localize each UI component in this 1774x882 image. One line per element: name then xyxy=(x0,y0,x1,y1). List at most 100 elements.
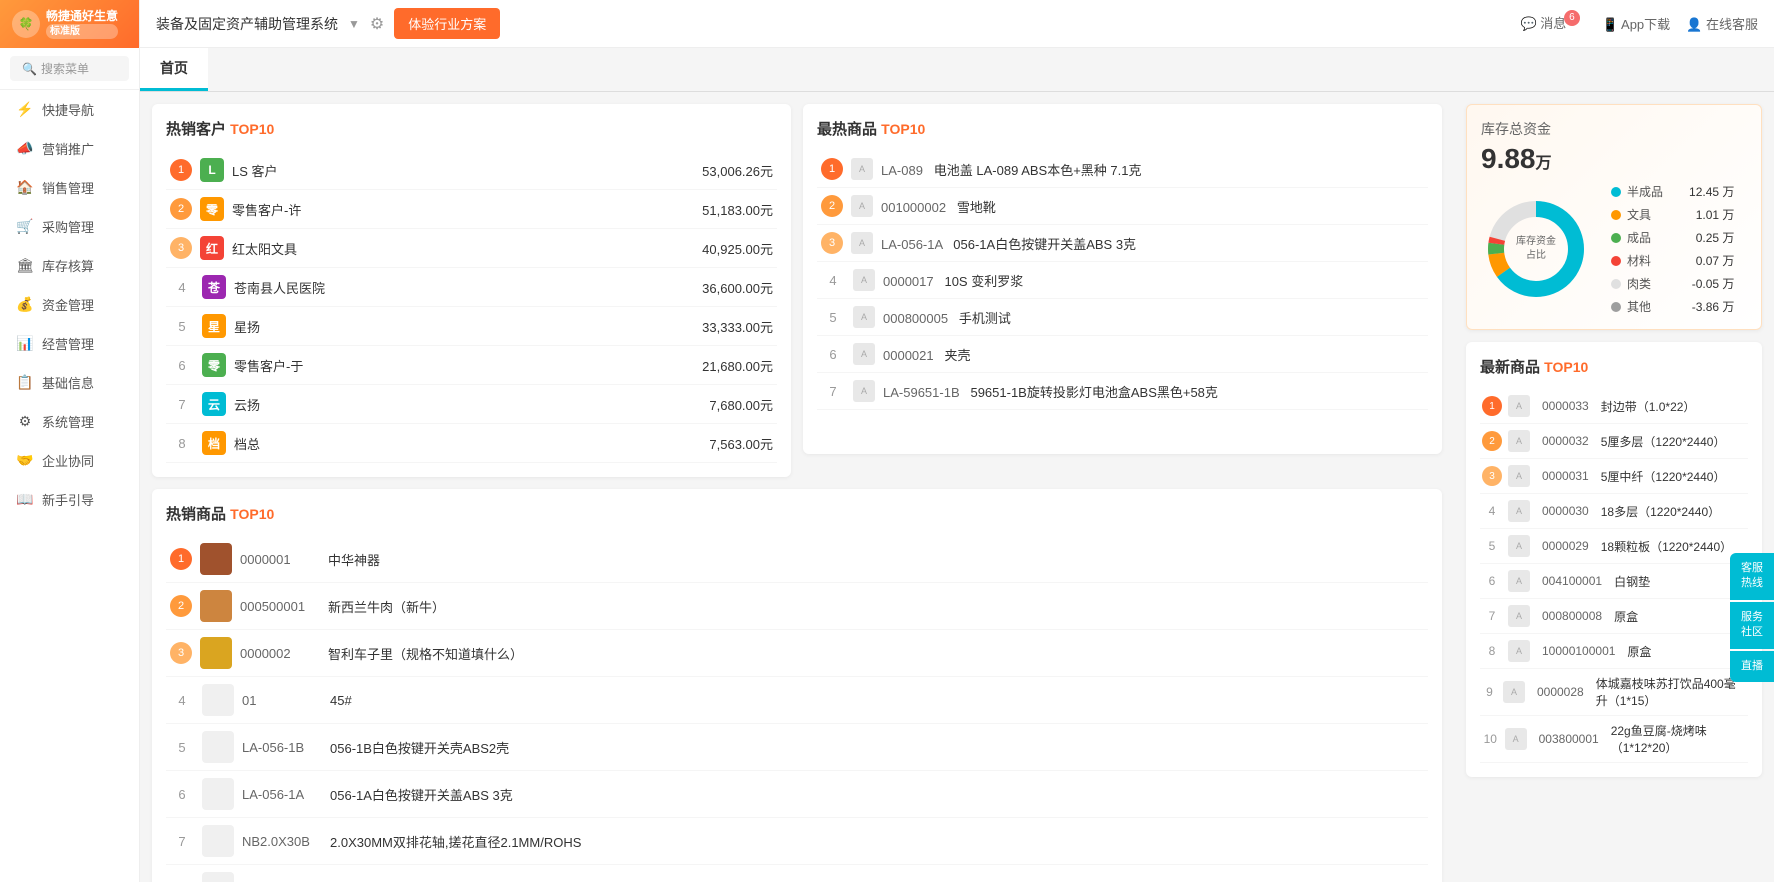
rank-number: 2 xyxy=(170,198,192,220)
sidebar-nav-item-purchase[interactable]: 🛒 采购管理 xyxy=(0,207,139,246)
table-row: 8 档 档总 7,563.00元 xyxy=(166,424,777,463)
inventory-value: 9.88万 xyxy=(1481,143,1747,175)
rank-number: 4 xyxy=(821,273,845,288)
rank-number: 2 xyxy=(170,595,192,617)
rank-number: 3 xyxy=(1482,466,1502,486)
customer-value: 53,006.26元 xyxy=(702,161,773,180)
list-item: 4 A 0000030 18多层（1220*2440） xyxy=(1480,494,1748,529)
search-icon: 🔍 xyxy=(22,62,37,76)
topbar: 装备及固定资产辅助管理系统 ▼ ⚙ 体验行业方案 💬 消息 6 📱 App下载 … xyxy=(140,0,1774,48)
list-item: 8 A 10000100001 原盒 xyxy=(1480,634,1748,669)
customer-badge: 星 xyxy=(202,314,226,338)
float-btn-community[interactable]: 服务 社区 xyxy=(1730,602,1774,649)
product-info: 0000017 10S 变利罗浆 xyxy=(883,271,1424,290)
legend-item: 半成品 12.45 万 xyxy=(1611,183,1734,200)
product-icon: A xyxy=(853,306,875,328)
rank-number: 1 xyxy=(170,548,192,570)
trial-button[interactable]: 体验行业方案 xyxy=(394,8,500,39)
content-area: 热销客户 TOP10 1 L LS 客户 53,006.26元 2 零 零售客户 xyxy=(140,92,1774,882)
rank-number: 9 xyxy=(1482,685,1497,699)
dropdown-arrow-icon[interactable]: ▼ xyxy=(348,17,360,31)
message-area[interactable]: 💬 消息 6 xyxy=(1520,13,1585,34)
list-item: 1 A 0000033 封边带（1.0*22） xyxy=(1480,389,1748,424)
list-item: 7 NB2.0X30B 2.0X30MM双排花轴,搓花直径2.1MM/ROHS xyxy=(166,818,1428,865)
sidebar-nav-item-company[interactable]: 🤝 企业协同 xyxy=(0,441,139,480)
rank-number: 6 xyxy=(170,358,194,373)
sidebar-nav-item-finance[interactable]: 💰 资金管理 xyxy=(0,285,139,324)
online-service-link[interactable]: 👤 在线客服 xyxy=(1686,14,1758,33)
inventory-title: 库存总资金 xyxy=(1481,119,1747,139)
hot-products-card: 热销商品 TOP10 1 0000001 中华神器 2 000500001 新西… xyxy=(152,489,1442,882)
table-row: 4 苍 苍南县人民医院 36,600.00元 xyxy=(166,268,777,307)
customer-badge: 零 xyxy=(202,353,226,377)
product-icon: A xyxy=(1508,570,1530,592)
product-icon: A xyxy=(851,232,873,254)
rank-number: 2 xyxy=(821,195,843,217)
customer-value: 40,925.00元 xyxy=(702,239,773,258)
table-row: 2 A 001000002 雪地靴 xyxy=(817,188,1428,225)
top-customers-table: 1 L LS 客户 53,006.26元 2 零 零售客户-许 51,183.0… xyxy=(166,151,777,463)
rank-number: 7 xyxy=(1482,609,1502,623)
table-row: 5 星 星扬 33,333.00元 xyxy=(166,307,777,346)
gear-icon[interactable]: ⚙ xyxy=(370,14,384,34)
legend-color xyxy=(1611,279,1621,289)
tab-home[interactable]: 首页 xyxy=(140,48,208,91)
product-info: LA-056-1A 056-1A白色按键开关盖ABS 3克 xyxy=(881,234,1424,253)
customer-value: 21,680.00元 xyxy=(702,356,773,375)
customer-name: 零售客户-于 xyxy=(234,356,702,375)
sidebar-nav-item-basic[interactable]: 📋 基础信息 xyxy=(0,363,139,402)
product-icon: A xyxy=(853,269,875,291)
product-icon: A xyxy=(1508,640,1530,662)
sidebar-nav-item-quicknav[interactable]: ⚡ 快捷导航 xyxy=(0,90,139,129)
sidebar-nav-item-sales[interactable]: 🏠 销售管理 xyxy=(0,168,139,207)
product-icon: A xyxy=(853,380,875,402)
inventory-chart: 库存资金 占比 半成品 12.45 万 文具 1.01 万 xyxy=(1481,183,1747,315)
rank-number: 1 xyxy=(1482,396,1502,416)
sidebar-nav-item-guide[interactable]: 📖 新手引导 xyxy=(0,480,139,519)
hot-products-title: 热销商品 TOP10 xyxy=(166,503,1428,524)
product-icon: A xyxy=(1508,430,1530,452)
rank-number: 3 xyxy=(170,237,192,259)
left-panel: 热销客户 TOP10 1 L LS 客户 53,006.26元 2 零 零售客户 xyxy=(140,92,1454,882)
customer-badge: 档 xyxy=(202,431,226,455)
legend-item: 材料 0.07 万 xyxy=(1611,252,1734,269)
table-row: 6 A 0000021 夹壳 xyxy=(817,336,1428,373)
customer-value: 33,333.00元 xyxy=(702,317,773,336)
svg-text:占比: 占比 xyxy=(1526,248,1546,261)
float-buttons: 客服 热线 服务 社区 直播 xyxy=(1730,553,1774,682)
float-btn-live[interactable]: 直播 xyxy=(1730,651,1774,682)
rank-number: 5 xyxy=(170,319,194,334)
customer-badge: 云 xyxy=(202,392,226,416)
rank-number: 5 xyxy=(170,740,194,755)
business-icon: 📊 xyxy=(16,335,34,353)
table-row: 2 零 零售客户-许 51,183.00元 xyxy=(166,190,777,229)
purchase-icon: 🛒 xyxy=(16,218,34,236)
app-download-link[interactable]: 📱 App下载 xyxy=(1602,14,1670,33)
right-panel: 库存总资金 9.88万 xyxy=(1454,92,1774,882)
float-btn-service[interactable]: 客服 热线 xyxy=(1730,553,1774,600)
top-customers-card: 热销客户 TOP10 1 L LS 客户 53,006.26元 2 零 零售客户 xyxy=(152,104,791,477)
rank-number: 1 xyxy=(821,158,843,180)
sidebar-nav-item-system[interactable]: ⚙ 系统管理 xyxy=(0,402,139,441)
sidebar-nav-item-inventory[interactable]: 🏛 库存核算 xyxy=(0,246,139,285)
svg-text:库存资金: 库存资金 xyxy=(1516,234,1556,247)
customer-name: 零售客户-许 xyxy=(232,200,702,219)
finance-icon: 💰 xyxy=(16,296,34,314)
sidebar-nav-item-marketing[interactable]: 📣 营销推广 xyxy=(0,129,139,168)
rank-number: 4 xyxy=(170,280,194,295)
product-icon: A xyxy=(1508,395,1530,417)
sidebar-nav-item-business[interactable]: 📊 经营管理 xyxy=(0,324,139,363)
legend-item: 成品 0.25 万 xyxy=(1611,229,1734,246)
customer-value: 7,680.00元 xyxy=(709,395,773,414)
logo-icon: 🍀 xyxy=(12,10,40,38)
list-item: 5 LA-056-1B 056-1B白色按键开关壳ABS2壳 xyxy=(166,724,1428,771)
list-item: 6 LA-056-1A 056-1A白色按键开关盖ABS 3克 xyxy=(166,771,1428,818)
hot-scroll-list: 1 A LA-089 电池盖 LA-089 ABS本色+黑种 7.1克 2 A xyxy=(817,151,1428,410)
topbar-left: 装备及固定资产辅助管理系统 ▼ ⚙ 体验行业方案 xyxy=(156,8,500,39)
rank-number: 7 xyxy=(170,397,194,412)
legend-color xyxy=(1611,302,1621,312)
rank-number: 10 xyxy=(1482,732,1499,746)
sidebar-search[interactable]: 🔍 搜索菜单 xyxy=(0,48,139,90)
customer-name: LS 客户 xyxy=(232,161,702,180)
product-icon: A xyxy=(1508,605,1530,627)
